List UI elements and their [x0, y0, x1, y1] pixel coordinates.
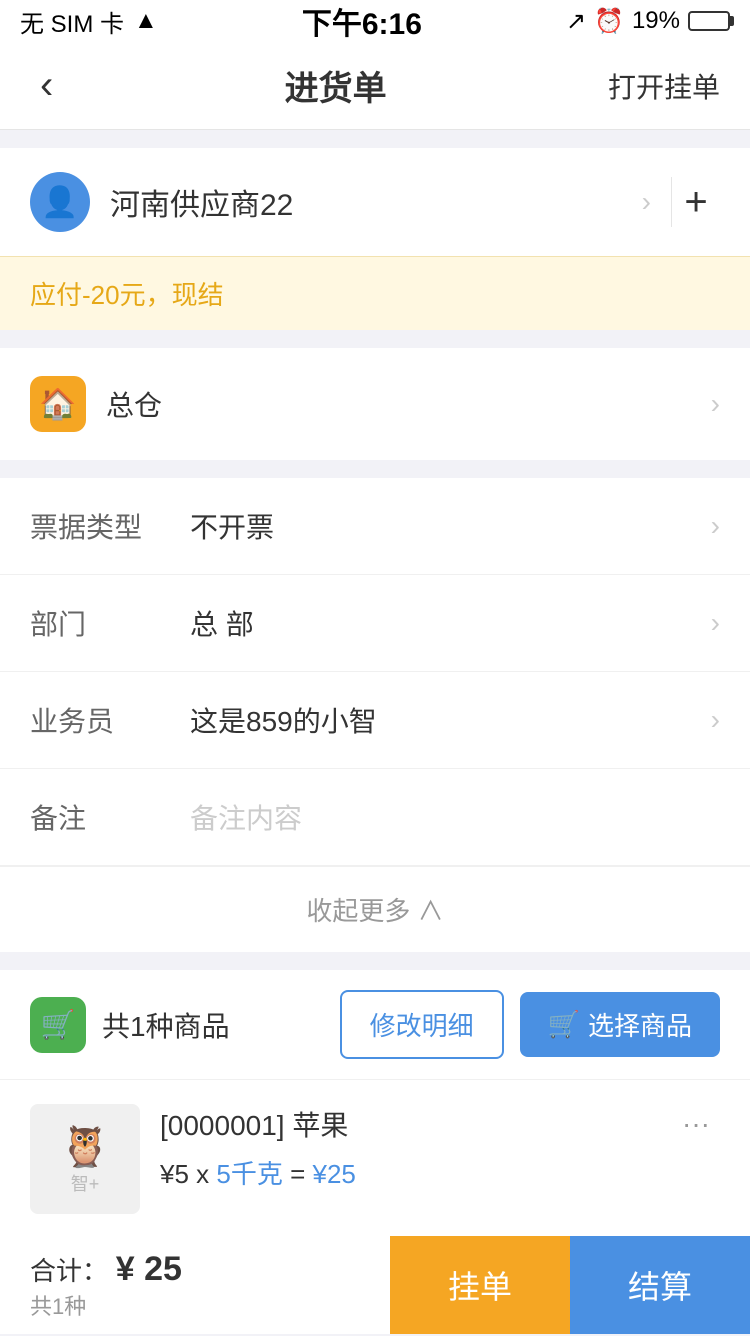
select-product-icon: 🛒 [548, 1009, 580, 1040]
nav-bar: ‹ 进货单 打开挂单 [0, 42, 750, 130]
warehouse-row[interactable]: 🏠 总仓 › [0, 348, 750, 460]
supplier-section: 👤 河南供应商22 › + 应付-20元，现结 [0, 148, 750, 330]
product-price-row: ¥5 x 5千克 = ¥25 [160, 1154, 652, 1191]
unit-price: ¥5 [160, 1159, 189, 1189]
salesperson-value: 这是859的小智 [190, 700, 711, 740]
product-title: 苹果 [292, 1110, 348, 1141]
avatar-icon: 👤 [41, 185, 78, 220]
product-section: 🛒 共1种商品 修改明细 🛒 选择商品 🦉 智+ [0000001] 苹果 ¥5… [0, 970, 750, 1238]
invoice-type-label: 票据类型 [30, 506, 160, 546]
total-amount: ¥ 25 [116, 1250, 182, 1288]
product-thumbnail: 🦉 智+ [30, 1104, 140, 1214]
invoice-type-value: 不开票 [190, 506, 711, 546]
total-section: 合计： ¥ 25 共1种 [0, 1236, 390, 1334]
product-section-icon: 🛒 [30, 997, 86, 1053]
pending-button[interactable]: 挂单 [390, 1236, 570, 1334]
product-more-button[interactable]: ··· [672, 1104, 720, 1144]
status-left: 无 SIM 卡 ▲ [20, 4, 158, 39]
remarks-input[interactable]: 备注内容 [190, 797, 720, 837]
divider-top [0, 130, 750, 148]
select-product-button[interactable]: 🛒 选择商品 [520, 992, 720, 1057]
multiply-sign: x [196, 1159, 216, 1189]
bottom-bar: 合计： ¥ 25 共1种 挂单 结算 [0, 1236, 750, 1334]
invoice-type-row[interactable]: 票据类型 不开票 › [0, 478, 750, 575]
product-name: [0000001] 苹果 [160, 1104, 652, 1144]
salesperson-row[interactable]: 业务员 这是859的小智 › [0, 672, 750, 769]
warning-text: 应付-20元，现结 [30, 280, 224, 310]
alarm-icon: ⏰ [594, 7, 624, 36]
time-display: 下午6:16 [302, 0, 422, 43]
checkout-button[interactable]: 结算 [570, 1236, 750, 1334]
supplier-chevron-icon: › [642, 186, 651, 218]
product-code: [0000001] [160, 1110, 285, 1141]
total-row: 合计： ¥ 25 [30, 1250, 360, 1289]
battery-icon [688, 11, 730, 31]
add-supplier-button[interactable]: + [672, 178, 720, 226]
product-item: 🦉 智+ [0000001] 苹果 ¥5 x 5千克 = ¥25 ··· [0, 1079, 750, 1238]
total-sub: 共1种 [30, 1289, 360, 1321]
warehouse-name: 总仓 [106, 384, 711, 424]
supplier-row[interactable]: 👤 河南供应商22 › + [0, 148, 750, 256]
divider-3 [0, 952, 750, 970]
salesperson-chevron-icon: › [711, 704, 720, 736]
salesperson-label: 业务员 [30, 700, 160, 740]
supplier-avatar: 👤 [30, 172, 90, 232]
warning-banner: 应付-20元，现结 [0, 256, 750, 330]
invoice-type-chevron-icon: › [711, 510, 720, 542]
owl-logo-icon: 🦉 [60, 1123, 110, 1170]
remarks-label: 备注 [30, 797, 160, 837]
department-chevron-icon: › [711, 607, 720, 639]
quantity: 5千克 [216, 1159, 282, 1189]
battery-percent: 19% [632, 7, 680, 35]
warehouse-chevron-icon: › [711, 388, 720, 420]
select-product-label: 选择商品 [588, 1006, 692, 1043]
department-row[interactable]: 部门 总 部 › [0, 575, 750, 672]
wifi-icon: ▲ [134, 7, 158, 35]
back-button[interactable]: ‹ [30, 53, 63, 118]
edit-detail-button[interactable]: 修改明细 [340, 990, 504, 1059]
product-header: 🛒 共1种商品 修改明细 🛒 选择商品 [0, 970, 750, 1079]
collapse-label: 收起更多 ∧ [306, 896, 443, 926]
page-title: 进货单 [285, 61, 387, 110]
line-total: ¥25 [313, 1159, 356, 1189]
brand-label: 智+ [71, 1170, 100, 1196]
fields-section: 票据类型 不开票 › 部门 总 部 › 业务员 这是859的小智 › 备注 备注… [0, 478, 750, 866]
total-label: 合计： [30, 1256, 108, 1286]
remarks-row[interactable]: 备注 备注内容 [0, 769, 750, 866]
open-pending-button[interactable]: 打开挂单 [608, 66, 720, 106]
warehouse-icon: 🏠 [30, 376, 86, 432]
product-count: 共1种商品 [102, 1005, 324, 1045]
status-bar: 无 SIM 卡 ▲ 下午6:16 ↗ ⏰ 19% [0, 0, 750, 42]
divider-2 [0, 460, 750, 478]
department-value: 总 部 [190, 603, 711, 643]
divider-1 [0, 330, 750, 348]
supplier-name: 河南供应商22 [110, 180, 642, 224]
status-right: ↗ ⏰ 19% [566, 7, 730, 36]
carrier-text: 无 SIM 卡 [20, 4, 124, 39]
equals-sign: = [290, 1159, 312, 1189]
collapse-bar[interactable]: 收起更多 ∧ [0, 866, 750, 952]
product-details: [0000001] 苹果 ¥5 x 5千克 = ¥25 [160, 1104, 652, 1191]
warehouse-section: 🏠 总仓 › [0, 348, 750, 460]
location-icon: ↗ [566, 7, 586, 36]
cart-icon: 🛒 [41, 1008, 76, 1041]
department-label: 部门 [30, 603, 160, 643]
